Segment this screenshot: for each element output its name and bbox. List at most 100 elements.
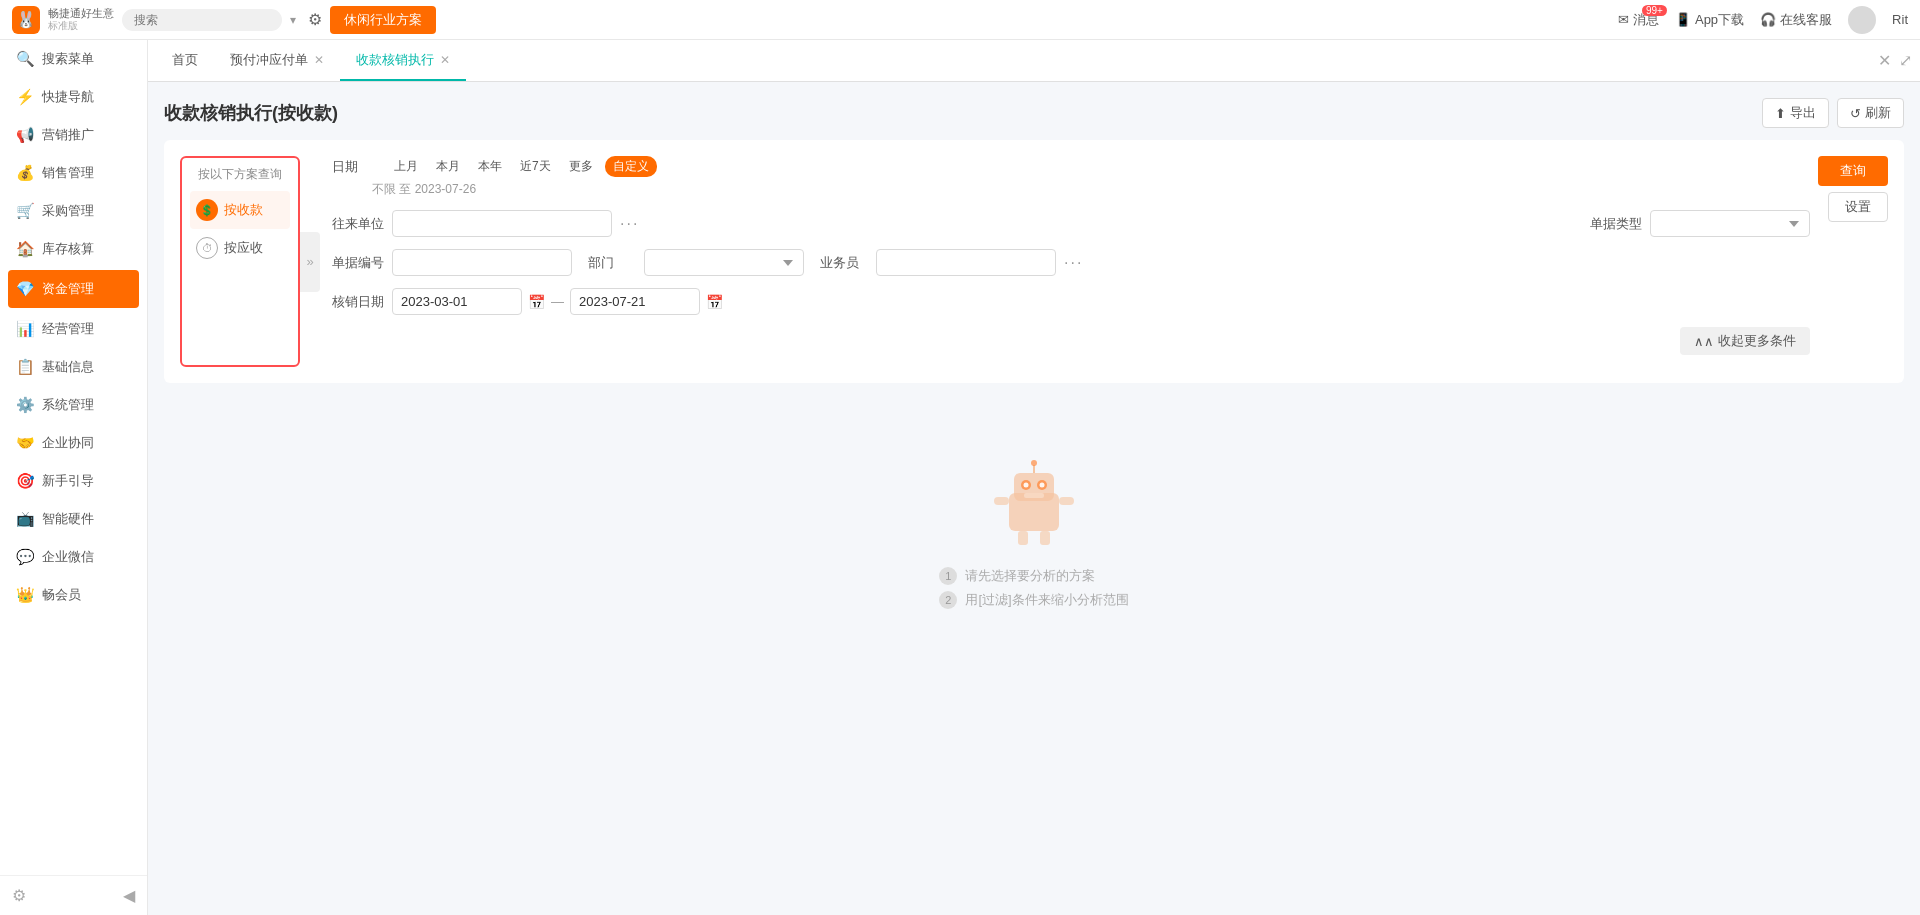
filter-row-date: 日期 上月 本月 本年 近7天 更多 自定义 [332, 156, 1810, 177]
purchase-icon: 🛒 [16, 202, 34, 220]
inventory-icon: 🏠 [16, 240, 34, 258]
message-badge: 99+ [1642, 5, 1667, 16]
solution-button[interactable]: 休闲行业方案 [330, 6, 436, 34]
doctype-field: 单据类型 [1590, 210, 1810, 237]
step-2-num: 2 [939, 591, 957, 609]
date-quick-tags: 上月 本月 本年 近7天 更多 自定义 [388, 156, 657, 177]
wechat-icon: 💬 [16, 548, 34, 566]
query-button[interactable]: 查询 [1818, 156, 1888, 186]
docno-input[interactable] [392, 249, 572, 276]
step-1-num: 1 [939, 567, 957, 585]
search-chevron-icon[interactable]: ▾ [290, 13, 296, 27]
verify-date-label: 核销日期 [332, 293, 384, 311]
svg-point-5 [1040, 483, 1045, 488]
by-receipt-icon: 💲 [196, 199, 218, 221]
sidebar-item-basic[interactable]: 📋 基础信息 [0, 348, 147, 386]
tab-prepay-close-icon[interactable]: ✕ [314, 53, 324, 67]
date-tag-more[interactable]: 更多 [563, 156, 599, 177]
guide-icon: 🎯 [16, 472, 34, 490]
date-custom-tag[interactable]: 自定义 [605, 156, 657, 177]
sidebar-item-member[interactable]: 👑 畅会员 [0, 576, 147, 614]
empty-steps: 1 请先选择要分析的方案 2 用[过滤]条件来缩小分析范围 [939, 567, 1128, 609]
sidebar-bottom-settings-icon[interactable]: ⚙ [12, 886, 26, 905]
message-icon: ✉ [1618, 12, 1629, 27]
sidebar-item-purchase[interactable]: 🛒 采购管理 [0, 192, 147, 230]
page-content: 收款核销执行(按收款) ⬆ 导出 ↺ 刷新 按以下方案 [148, 82, 1920, 915]
settings-gear-icon[interactable]: ⚙ [308, 10, 322, 29]
verify-date-range: 📅 — 📅 [392, 288, 723, 315]
filter-sidebar-title: 按以下方案查询 [190, 166, 290, 183]
app-brand: 畅捷通好生意 标准版 [48, 7, 114, 32]
verify-date-start-input[interactable] [392, 288, 522, 315]
sidebar-item-inventory[interactable]: 🏠 库存核算 [0, 230, 147, 268]
sidebar-bottom: ⚙ ◀ [0, 875, 147, 915]
filter-sidebar-collapse-btn[interactable]: » [300, 232, 320, 292]
refresh-button[interactable]: ↺ 刷新 [1837, 98, 1904, 128]
date-tag-7days[interactable]: 近7天 [514, 156, 557, 177]
verify-date-start-calendar-icon[interactable]: 📅 [528, 294, 545, 310]
date-tag-this-month[interactable]: 本月 [430, 156, 466, 177]
search-input[interactable] [122, 9, 282, 31]
docno-field: 单据编号 [332, 249, 572, 276]
counterparty-more-icon[interactable]: ··· [620, 215, 639, 233]
sidebar-item-quick-nav[interactable]: ⚡ 快捷导航 [0, 78, 147, 116]
sidebar-item-finance[interactable]: 💎 资金管理 [8, 270, 139, 308]
system-icon: ⚙️ [16, 396, 34, 414]
sidebar-collapse-icon[interactable]: ◀ [123, 886, 135, 905]
counterparty-label: 往来单位 [332, 215, 384, 233]
avatar[interactable] [1848, 6, 1876, 34]
export-button[interactable]: ⬆ 导出 [1762, 98, 1829, 128]
dept-select[interactable] [644, 249, 804, 276]
svg-rect-8 [1018, 531, 1028, 545]
sidebar-item-marketing[interactable]: 📢 营销推广 [0, 116, 147, 154]
empty-step-1: 1 请先选择要分析的方案 [939, 567, 1128, 585]
sidebar-item-system[interactable]: ⚙️ 系统管理 [0, 386, 147, 424]
quick-nav-icon: ⚡ [16, 88, 34, 106]
dept-label: 部门 [588, 254, 636, 272]
tab-receipt-verify-close-icon[interactable]: ✕ [440, 53, 450, 67]
filter-settings-button[interactable]: 设置 [1828, 192, 1888, 222]
verify-date-end-calendar-icon[interactable]: 📅 [706, 294, 723, 310]
date-label: 日期 [332, 158, 380, 176]
sidebar-item-enterprise[interactable]: 🤝 企业协同 [0, 424, 147, 462]
app-logo: 🐰 [12, 6, 40, 34]
filter-option-by-receipt[interactable]: 💲 按收款 [190, 191, 290, 229]
tab-expand-icon[interactable]: ⤢ [1899, 51, 1912, 70]
sidebar-item-sales[interactable]: 💰 销售管理 [0, 154, 147, 192]
filter-panel: 按以下方案查询 💲 按收款 ⏱ 按应收 » [164, 140, 1904, 383]
app-download-btn[interactable]: 📱 App下载 [1675, 11, 1744, 29]
sidebar-item-hardware[interactable]: 📺 智能硬件 [0, 500, 147, 538]
topbar: 🐰 畅捷通好生意 标准版 ▾ ⚙ 休闲行业方案 ✉ 消息 99+ 📱 App下载… [0, 0, 1920, 40]
svg-point-7 [1031, 460, 1037, 466]
docno-label: 单据编号 [332, 254, 384, 272]
tab-receipt-verify[interactable]: 收款核销执行 ✕ [340, 40, 466, 81]
filter-sidebar: 按以下方案查询 💲 按收款 ⏱ 按应收 [180, 156, 300, 367]
counterparty-input[interactable] [392, 210, 612, 237]
staff-input[interactable] [876, 249, 1056, 276]
doctype-select[interactable] [1650, 210, 1810, 237]
online-service-btn[interactable]: 🎧 在线客服 [1760, 11, 1832, 29]
sidebar-item-guide[interactable]: 🎯 新手引导 [0, 462, 147, 500]
verify-date-end-input[interactable] [570, 288, 700, 315]
date-tag-last-month[interactable]: 上月 [388, 156, 424, 177]
collapse-more-btn[interactable]: ∧∧ 收起更多条件 [1680, 327, 1810, 355]
tabbar: 首页 预付冲应付单 ✕ 收款核销执行 ✕ ✕ ⤢ [148, 40, 1920, 82]
app-icon: 📱 [1675, 12, 1691, 27]
svg-rect-11 [1059, 497, 1074, 505]
tab-prepay[interactable]: 预付冲应付单 ✕ [214, 40, 340, 81]
sidebar-item-wechat[interactable]: 💬 企业微信 [0, 538, 147, 576]
sidebar-item-operations[interactable]: 📊 经营管理 [0, 310, 147, 348]
doctype-label: 单据类型 [1590, 215, 1642, 233]
page-header: 收款核销执行(按收款) ⬆ 导出 ↺ 刷新 [164, 98, 1904, 128]
filter-row-verify-date: 核销日期 📅 — 📅 [332, 288, 1810, 315]
content-area: 首页 预付冲应付单 ✕ 收款核销执行 ✕ ✕ ⤢ 收款核销执行(按收款) [148, 40, 1920, 915]
collapse-chevron-icon: ∧∧ [1694, 334, 1714, 349]
staff-more-icon[interactable]: ··· [1064, 254, 1083, 272]
message-btn[interactable]: ✉ 消息 99+ [1618, 11, 1659, 29]
tab-home[interactable]: 首页 [156, 40, 214, 81]
tab-close-window-icon[interactable]: ✕ [1878, 51, 1891, 70]
date-tag-this-year[interactable]: 本年 [472, 156, 508, 177]
sidebar-item-search-menu[interactable]: 🔍 搜索菜单 [0, 40, 147, 78]
filter-option-by-receivable[interactable]: ⏱ 按应收 [190, 229, 290, 267]
member-icon: 👑 [16, 586, 34, 604]
